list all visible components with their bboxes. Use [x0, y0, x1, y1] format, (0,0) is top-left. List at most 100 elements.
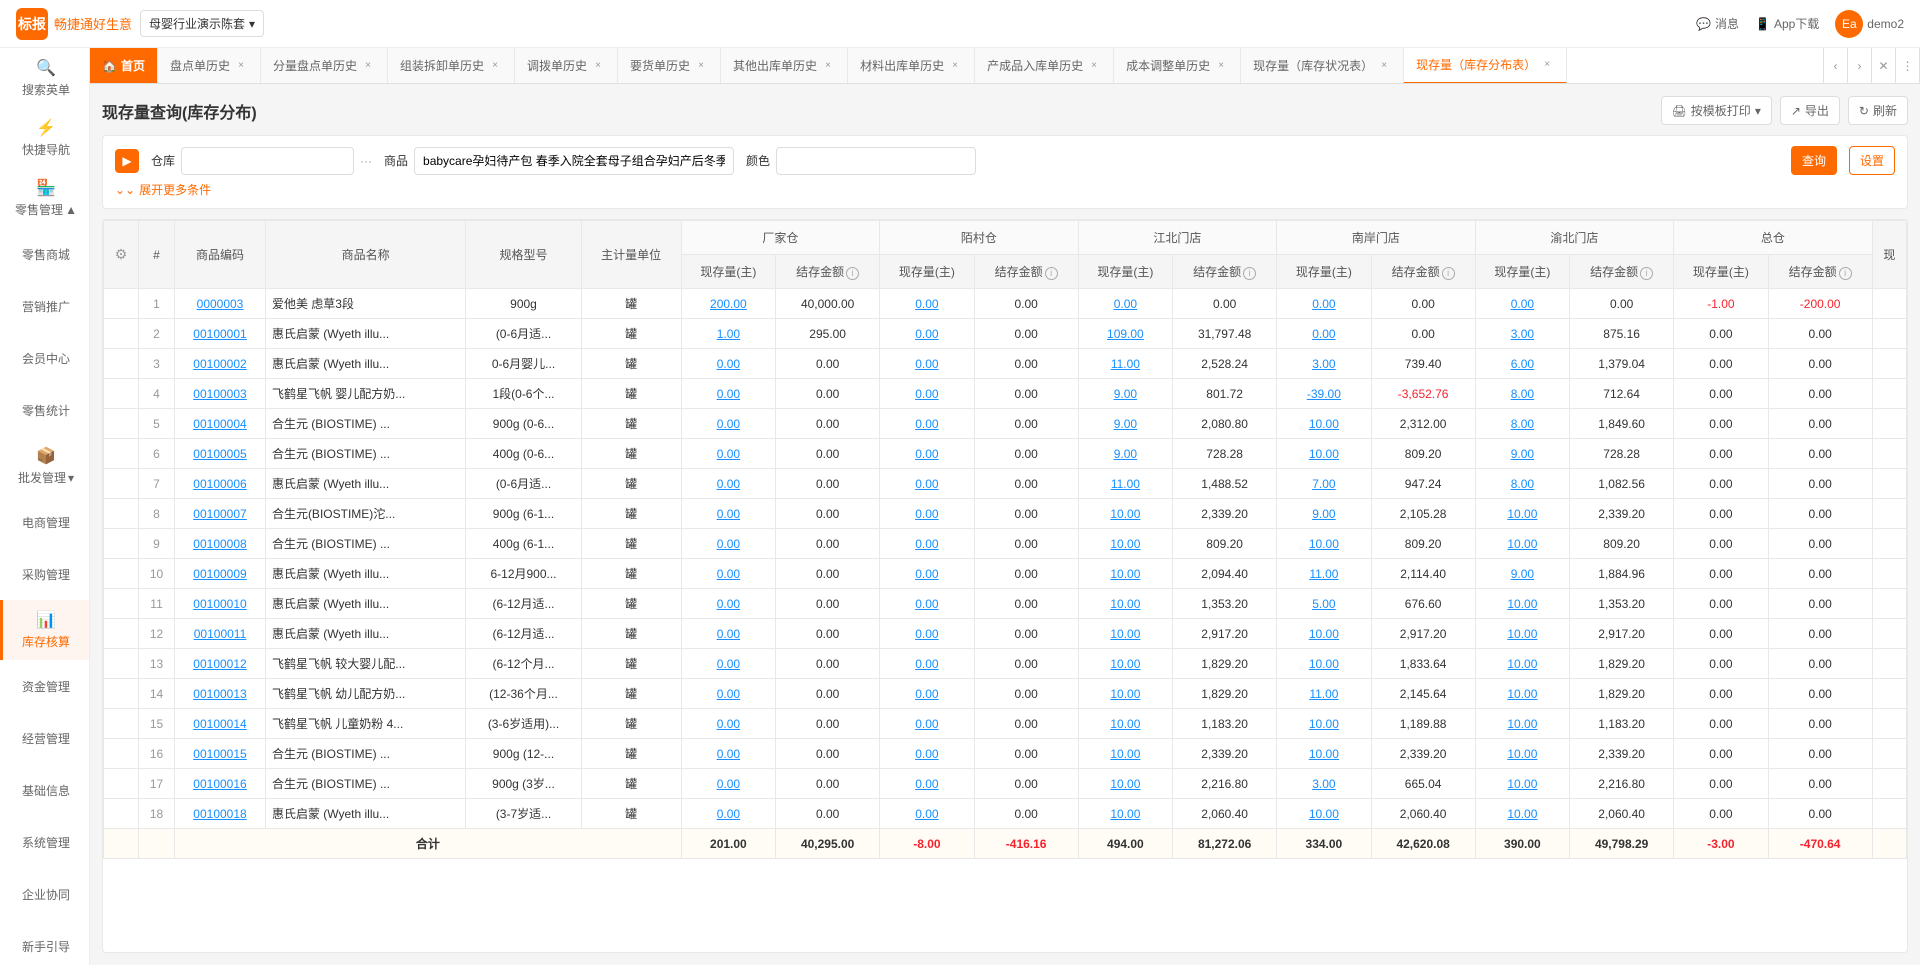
cell-link[interactable]: 0000003	[197, 297, 244, 311]
cell-link[interactable]: 10.00	[1507, 597, 1537, 611]
filter-expand-btn[interactable]: ▶	[115, 149, 139, 173]
message-btn[interactable]: 💬 消息	[1696, 15, 1739, 32]
cell-link[interactable]: 00100003	[193, 387, 246, 401]
cell-link[interactable]: 11.00	[1309, 687, 1338, 701]
cell-link[interactable]: 0.00	[717, 417, 740, 431]
sidebar-item-ops[interactable]: 经营管理	[0, 712, 89, 764]
cell-link[interactable]: 3.00	[1312, 357, 1335, 371]
cell-link[interactable]: 9.00	[1511, 567, 1534, 581]
cell-link[interactable]: 10.00	[1309, 807, 1339, 821]
tab-close-require[interactable]: ×	[694, 59, 708, 73]
cell-link[interactable]: 10.00	[1309, 537, 1339, 551]
cell-link[interactable]: 10.00	[1507, 777, 1537, 791]
tab-close-material-out[interactable]: ×	[948, 59, 962, 73]
tab-close-stock-status[interactable]: ×	[1377, 59, 1391, 73]
cell-link[interactable]: 10.00	[1507, 537, 1537, 551]
tab-close-check-multi[interactable]: ×	[361, 59, 375, 73]
cell-link[interactable]: 0.00	[915, 357, 938, 371]
cell-link[interactable]: 00100006	[193, 477, 246, 491]
cell-link[interactable]: 0.00	[915, 387, 938, 401]
tab-close-check-single[interactable]: ×	[234, 59, 248, 73]
cell-link[interactable]: 8.00	[1511, 387, 1534, 401]
search-btn[interactable]: 查询	[1791, 146, 1837, 175]
th-gear[interactable]: ⚙	[104, 221, 139, 289]
cell-link[interactable]: 00100012	[193, 657, 246, 671]
cell-link[interactable]: 0.00	[915, 657, 938, 671]
sidebar-item-member[interactable]: 会员中心	[0, 332, 89, 384]
user-menu[interactable]: Ea demo2	[1835, 10, 1904, 38]
cell-link[interactable]: 00100002	[193, 357, 246, 371]
cell-link[interactable]: 10.00	[1110, 687, 1140, 701]
cell-link[interactable]: 00100007	[193, 507, 246, 521]
cell-link[interactable]: 0.00	[717, 807, 740, 821]
cell-link[interactable]: 0.00	[915, 417, 938, 431]
cell-link[interactable]: 00100008	[193, 537, 246, 551]
cell-link[interactable]: 0.00	[915, 567, 938, 581]
cell-link[interactable]: 0.00	[717, 357, 740, 371]
cell-link[interactable]: 9.00	[1511, 447, 1534, 461]
cell-link[interactable]: 8.00	[1511, 417, 1534, 431]
cell-link[interactable]: 0.00	[717, 477, 740, 491]
cell-link[interactable]: 0.00	[717, 627, 740, 641]
cell-link[interactable]: 0.00	[717, 507, 740, 521]
cell-link[interactable]: 0.00	[717, 387, 740, 401]
cell-link[interactable]: 0.00	[915, 327, 938, 341]
color-input[interactable]	[776, 147, 976, 175]
filter-expand-more-btn[interactable]: ⌄⌄ 展开更多条件	[115, 181, 1895, 198]
tab-close-stock-dist[interactable]: ×	[1540, 58, 1554, 72]
warehouse-dots-btn[interactable]: ···	[360, 154, 372, 168]
cell-link[interactable]: 109.00	[1107, 327, 1144, 341]
tab-close-cost-adj[interactable]: ×	[1214, 59, 1228, 73]
sidebar-item-wholesale[interactable]: 📦 批发管理 ▾	[0, 436, 89, 496]
sidebar-item-retail[interactable]: 🏪 零售管理 ▲	[0, 168, 89, 228]
cell-link[interactable]: 10.00	[1507, 747, 1537, 761]
tab-close-product-in[interactable]: ×	[1087, 59, 1101, 73]
cell-link[interactable]: 11.00	[1309, 567, 1338, 581]
tab-prev-btn[interactable]: ‹	[1824, 48, 1848, 84]
cell-link[interactable]: 00100001	[193, 327, 246, 341]
sidebar-item-ecom[interactable]: 电商管理	[0, 496, 89, 548]
sidebar-item-collab[interactable]: 企业协同	[0, 868, 89, 920]
cell-link[interactable]: 00100015	[193, 747, 246, 761]
org-selector[interactable]: 母婴行业演示陈套 ▾	[140, 10, 264, 37]
cell-link[interactable]: 10.00	[1110, 507, 1140, 521]
cell-link[interactable]: 3.00	[1511, 327, 1534, 341]
cell-link[interactable]: 1.00	[717, 327, 740, 341]
cell-link[interactable]: 0.00	[1312, 327, 1335, 341]
cell-link[interactable]: 0.00	[915, 477, 938, 491]
sidebar-item-inventory[interactable]: 📊 库存核算	[0, 600, 89, 660]
cell-link[interactable]: 0.00	[915, 597, 938, 611]
cell-link[interactable]: 0.00	[717, 537, 740, 551]
cell-link[interactable]: 00100013	[193, 687, 246, 701]
sidebar-item-retail-shop[interactable]: 零售商城	[0, 228, 89, 280]
tab-menu-btn[interactable]: ⋮	[1896, 48, 1920, 84]
total-amt-info-icon[interactable]: i	[1839, 267, 1852, 280]
table-container[interactable]: ⚙ # 商品编码 商品名称 规格型号 主计量单位 厂家仓 陌村仓 江北门店 南岸…	[102, 219, 1908, 953]
cell-link[interactable]: 0.00	[915, 447, 938, 461]
cell-link[interactable]: 11.00	[1111, 357, 1140, 371]
goods-input[interactable]	[414, 147, 734, 175]
cell-link[interactable]: 10.00	[1110, 597, 1140, 611]
cell-link[interactable]: 0.00	[717, 687, 740, 701]
export-btn[interactable]: ↗ 导出	[1780, 96, 1840, 125]
settings-btn[interactable]: 设置	[1849, 146, 1895, 175]
yb-amt-info-icon[interactable]: i	[1640, 267, 1653, 280]
print-btn[interactable]: 🖨 按模板打印 ▾	[1661, 96, 1772, 125]
cell-link[interactable]: 10.00	[1110, 807, 1140, 821]
cell-link[interactable]: 10.00	[1507, 657, 1537, 671]
tab-check-multi[interactable]: 分量盘点单历史 ×	[261, 48, 388, 84]
cell-link[interactable]: 0.00	[915, 297, 938, 311]
sidebar-item-purchase[interactable]: 采购管理	[0, 548, 89, 600]
warehouse-input[interactable]	[181, 147, 354, 175]
mc-amt-info-icon[interactable]: i	[1045, 267, 1058, 280]
tab-material-out[interactable]: 材料出库单历史 ×	[848, 48, 975, 84]
cell-link[interactable]: 9.00	[1312, 507, 1335, 521]
tab-require[interactable]: 要货单历史 ×	[618, 48, 721, 84]
cell-link[interactable]: 0.00	[915, 627, 938, 641]
sidebar-item-guide[interactable]: 新手引导	[0, 920, 89, 965]
cell-link[interactable]: 0.00	[1312, 297, 1335, 311]
cell-link[interactable]: 0.00	[717, 777, 740, 791]
tab-home[interactable]: 🏠 首页	[90, 48, 158, 84]
cell-link[interactable]: 00100016	[193, 777, 246, 791]
cell-link[interactable]: 10.00	[1110, 747, 1140, 761]
